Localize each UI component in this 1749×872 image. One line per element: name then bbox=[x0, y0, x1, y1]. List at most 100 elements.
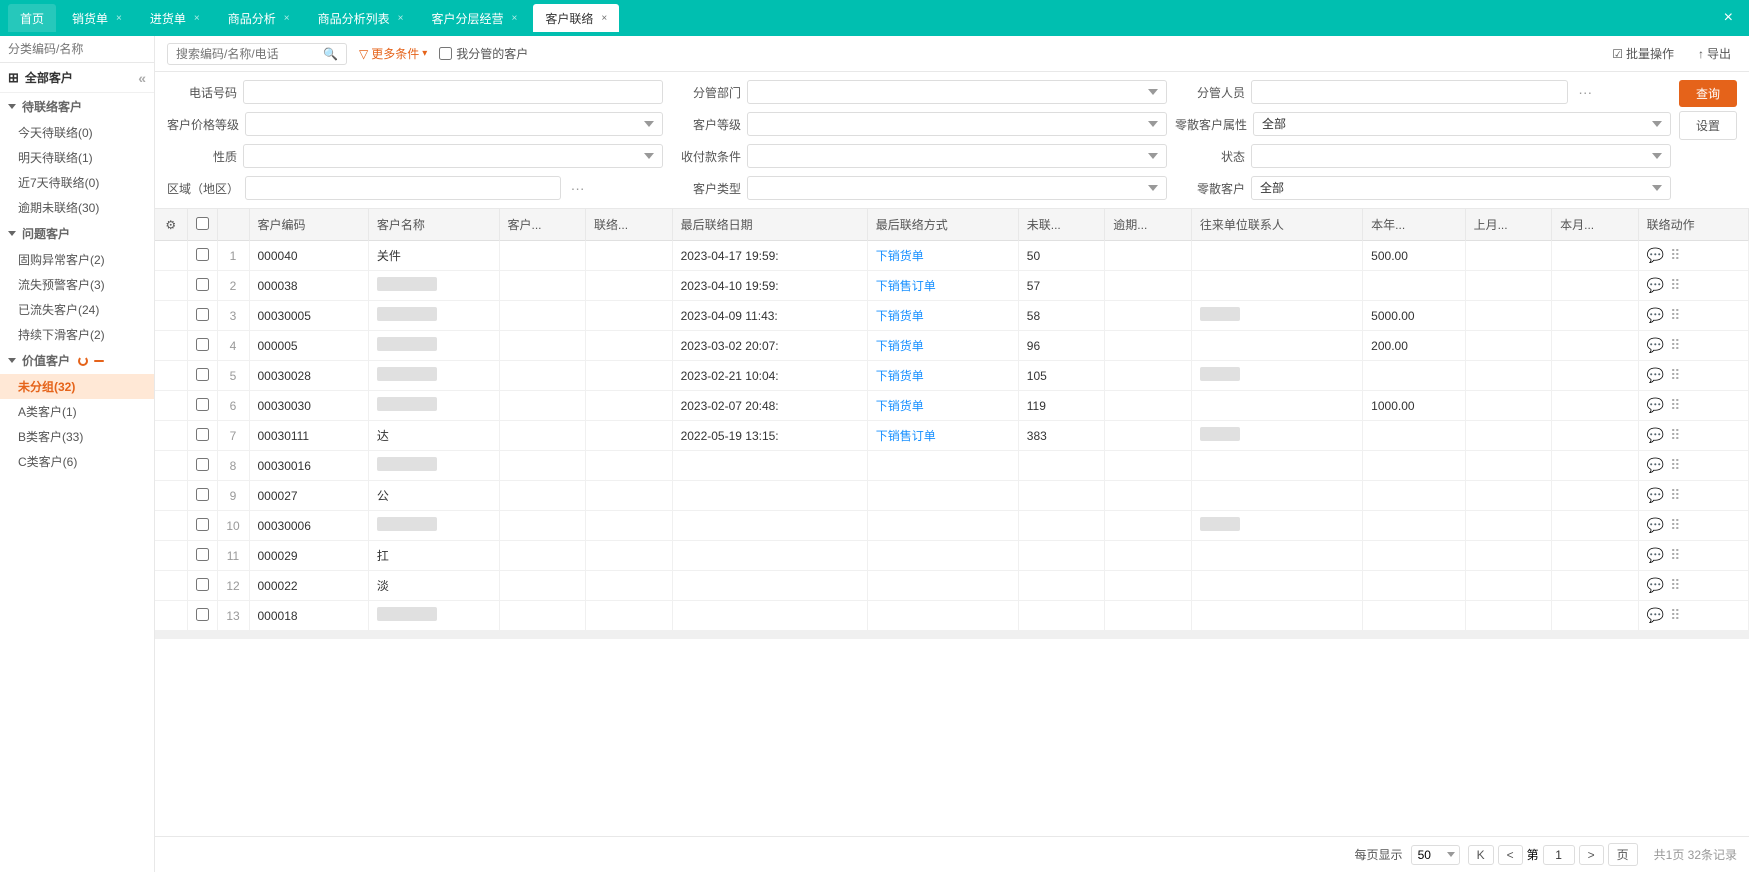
tab-purchase[interactable]: 进货单 × bbox=[138, 4, 212, 32]
sidebar-all-customers[interactable]: ⊞ 全部客户 « bbox=[0, 63, 154, 93]
close-sales-tab[interactable]: × bbox=[116, 13, 122, 24]
tab-product-analysis[interactable]: 商品分析 × bbox=[216, 4, 302, 32]
more-conditions-toggle[interactable]: ▽ 更多条件 ▾ bbox=[359, 45, 427, 62]
last-date-col-header[interactable]: 最后联络日期 bbox=[672, 209, 867, 241]
close-customer-contact-tab[interactable]: × bbox=[601, 13, 607, 24]
my-customers-toggle[interactable]: 我分管的客户 bbox=[439, 45, 528, 62]
message-icon[interactable]: 💬 bbox=[1647, 547, 1664, 564]
export-button[interactable]: ↑ 导出 bbox=[1692, 42, 1737, 65]
name-col-header[interactable]: 客户名称 bbox=[368, 209, 499, 241]
sidebar-group-value[interactable]: 价值客户 bbox=[0, 347, 154, 374]
main-search-icon[interactable]: 🔍 bbox=[323, 47, 338, 61]
sidebar-item-today[interactable]: 今天待联络(0) bbox=[0, 120, 154, 145]
next-page-btn[interactable]: > bbox=[1579, 845, 1604, 865]
last-method-link[interactable]: 下销售订单 bbox=[876, 429, 936, 443]
last-method-link[interactable]: 下销货单 bbox=[876, 249, 924, 263]
sidebar-item-lost[interactable]: 已流失客户(24) bbox=[0, 297, 154, 322]
more-action-icon[interactable]: ⠿ bbox=[1670, 547, 1680, 564]
row-checkbox[interactable] bbox=[196, 368, 209, 381]
current-page-input[interactable] bbox=[1543, 845, 1575, 865]
filter-dept-select[interactable] bbox=[747, 80, 1167, 104]
contact-col-header[interactable]: 联络... bbox=[586, 209, 673, 241]
this-month-col-header[interactable]: 本月... bbox=[1552, 209, 1639, 241]
close-product-analysis-tab[interactable]: × bbox=[284, 13, 290, 24]
tab-sales[interactable]: 销货单 × bbox=[60, 4, 134, 32]
sidebar-item-unclassified[interactable]: 未分组(32) bbox=[0, 374, 154, 399]
last-method-link[interactable]: 下销货单 bbox=[876, 309, 924, 323]
tab-product-analysis-list[interactable]: 商品分析列表 × bbox=[306, 4, 416, 32]
horizontal-scrollbar[interactable] bbox=[155, 631, 1749, 639]
table-settings-icon[interactable]: ⚙ bbox=[165, 218, 176, 232]
first-page-btn[interactable]: K bbox=[1468, 845, 1494, 865]
filter-manager-input[interactable] bbox=[1251, 80, 1568, 104]
sidebar-item-abnormal[interactable]: 固购异常客户(2) bbox=[0, 247, 154, 272]
more-action-icon[interactable]: ⠿ bbox=[1670, 277, 1680, 294]
sidebar-item-group-c[interactable]: C类客户(6) bbox=[0, 449, 154, 474]
main-search-input[interactable] bbox=[176, 47, 319, 61]
select-all-checkbox[interactable] bbox=[196, 217, 209, 230]
sidebar-search-input[interactable] bbox=[8, 42, 155, 56]
close-purchase-tab[interactable]: × bbox=[194, 13, 200, 24]
message-icon[interactable]: 💬 bbox=[1647, 397, 1664, 414]
close-all-tabs[interactable]: × bbox=[1716, 9, 1741, 27]
row-checkbox[interactable] bbox=[196, 578, 209, 591]
filter-nature-select[interactable] bbox=[243, 144, 663, 168]
last-method-link[interactable]: 下销货单 bbox=[876, 399, 924, 413]
row-checkbox[interactable] bbox=[196, 458, 209, 471]
more-action-icon[interactable]: ⠿ bbox=[1670, 337, 1680, 354]
message-icon[interactable]: 💬 bbox=[1647, 577, 1664, 594]
last-page-btn[interactable]: 页 bbox=[1608, 843, 1638, 866]
more-action-icon[interactable]: ⠿ bbox=[1670, 517, 1680, 534]
more-action-icon[interactable]: ⠿ bbox=[1670, 397, 1680, 414]
message-icon[interactable]: 💬 bbox=[1647, 247, 1664, 264]
row-checkbox[interactable] bbox=[196, 308, 209, 321]
sidebar-item-group-a[interactable]: A类客户(1) bbox=[0, 399, 154, 424]
filter-payment-select[interactable] bbox=[747, 144, 1167, 168]
message-icon[interactable]: 💬 bbox=[1647, 427, 1664, 444]
more-action-icon[interactable]: ⠿ bbox=[1670, 577, 1680, 594]
tab-customer-segment[interactable]: 客户分层经营 × bbox=[419, 4, 529, 32]
sidebar-item-overdue[interactable]: 逾期未联络(30) bbox=[0, 195, 154, 220]
no-contact-col-header[interactable]: 未联... bbox=[1018, 209, 1105, 241]
filter-customer-type-select[interactable] bbox=[747, 176, 1167, 200]
last-method-link[interactable]: 下销货单 bbox=[876, 369, 924, 383]
message-icon[interactable]: 💬 bbox=[1647, 457, 1664, 474]
more-action-icon[interactable]: ⠿ bbox=[1670, 367, 1680, 384]
prev-page-btn[interactable]: < bbox=[1498, 845, 1523, 865]
row-checkbox[interactable] bbox=[196, 278, 209, 291]
message-icon[interactable]: 💬 bbox=[1647, 367, 1664, 384]
page-size-select[interactable]: 50 100 200 bbox=[1411, 845, 1460, 865]
more-action-icon[interactable]: ⠿ bbox=[1670, 427, 1680, 444]
reset-button[interactable]: 设置 bbox=[1679, 111, 1737, 140]
close-customer-segment-tab[interactable]: × bbox=[511, 13, 517, 24]
message-icon[interactable]: 💬 bbox=[1647, 277, 1664, 294]
sidebar-item-group-b[interactable]: B类客户(33) bbox=[0, 424, 154, 449]
row-checkbox[interactable] bbox=[196, 398, 209, 411]
row-checkbox[interactable] bbox=[196, 518, 209, 531]
type-col-header[interactable]: 客户... bbox=[499, 209, 586, 241]
settings-col-header[interactable]: ⚙ bbox=[155, 209, 187, 241]
tab-home[interactable]: 首页 bbox=[8, 4, 56, 32]
my-customers-checkbox[interactable] bbox=[439, 47, 452, 60]
more-action-icon[interactable]: ⠿ bbox=[1670, 247, 1680, 264]
region-dots-btn[interactable]: ··· bbox=[567, 180, 589, 196]
filter-price-grade-select[interactable] bbox=[245, 112, 663, 136]
batch-op-button[interactable]: ☑ 批量操作 bbox=[1606, 42, 1680, 65]
query-button[interactable]: 查询 bbox=[1679, 80, 1737, 107]
last-method-link[interactable]: 下销售订单 bbox=[876, 279, 936, 293]
close-product-analysis-list-tab[interactable]: × bbox=[398, 13, 404, 24]
message-icon[interactable]: 💬 bbox=[1647, 337, 1664, 354]
filter-region-input[interactable] bbox=[245, 176, 561, 200]
row-checkbox[interactable] bbox=[196, 608, 209, 621]
this-year-col-header[interactable]: 本年... bbox=[1363, 209, 1465, 241]
sidebar-item-decreasing[interactable]: 持续下滑客户(2) bbox=[0, 322, 154, 347]
row-checkbox[interactable] bbox=[196, 548, 209, 561]
sidebar-group-pending[interactable]: 待联络客户 bbox=[0, 93, 154, 120]
code-col-header[interactable]: 客户编码 bbox=[249, 209, 368, 241]
refresh-icon[interactable] bbox=[78, 356, 88, 366]
filter-status-select[interactable] bbox=[1251, 144, 1671, 168]
tab-customer-contact[interactable]: 客户联络 × bbox=[533, 4, 619, 32]
sidebar-group-problem[interactable]: 问题客户 bbox=[0, 220, 154, 247]
collapse-sidebar-icon[interactable]: « bbox=[138, 70, 146, 86]
sidebar-item-near7[interactable]: 近7天待联络(0) bbox=[0, 170, 154, 195]
